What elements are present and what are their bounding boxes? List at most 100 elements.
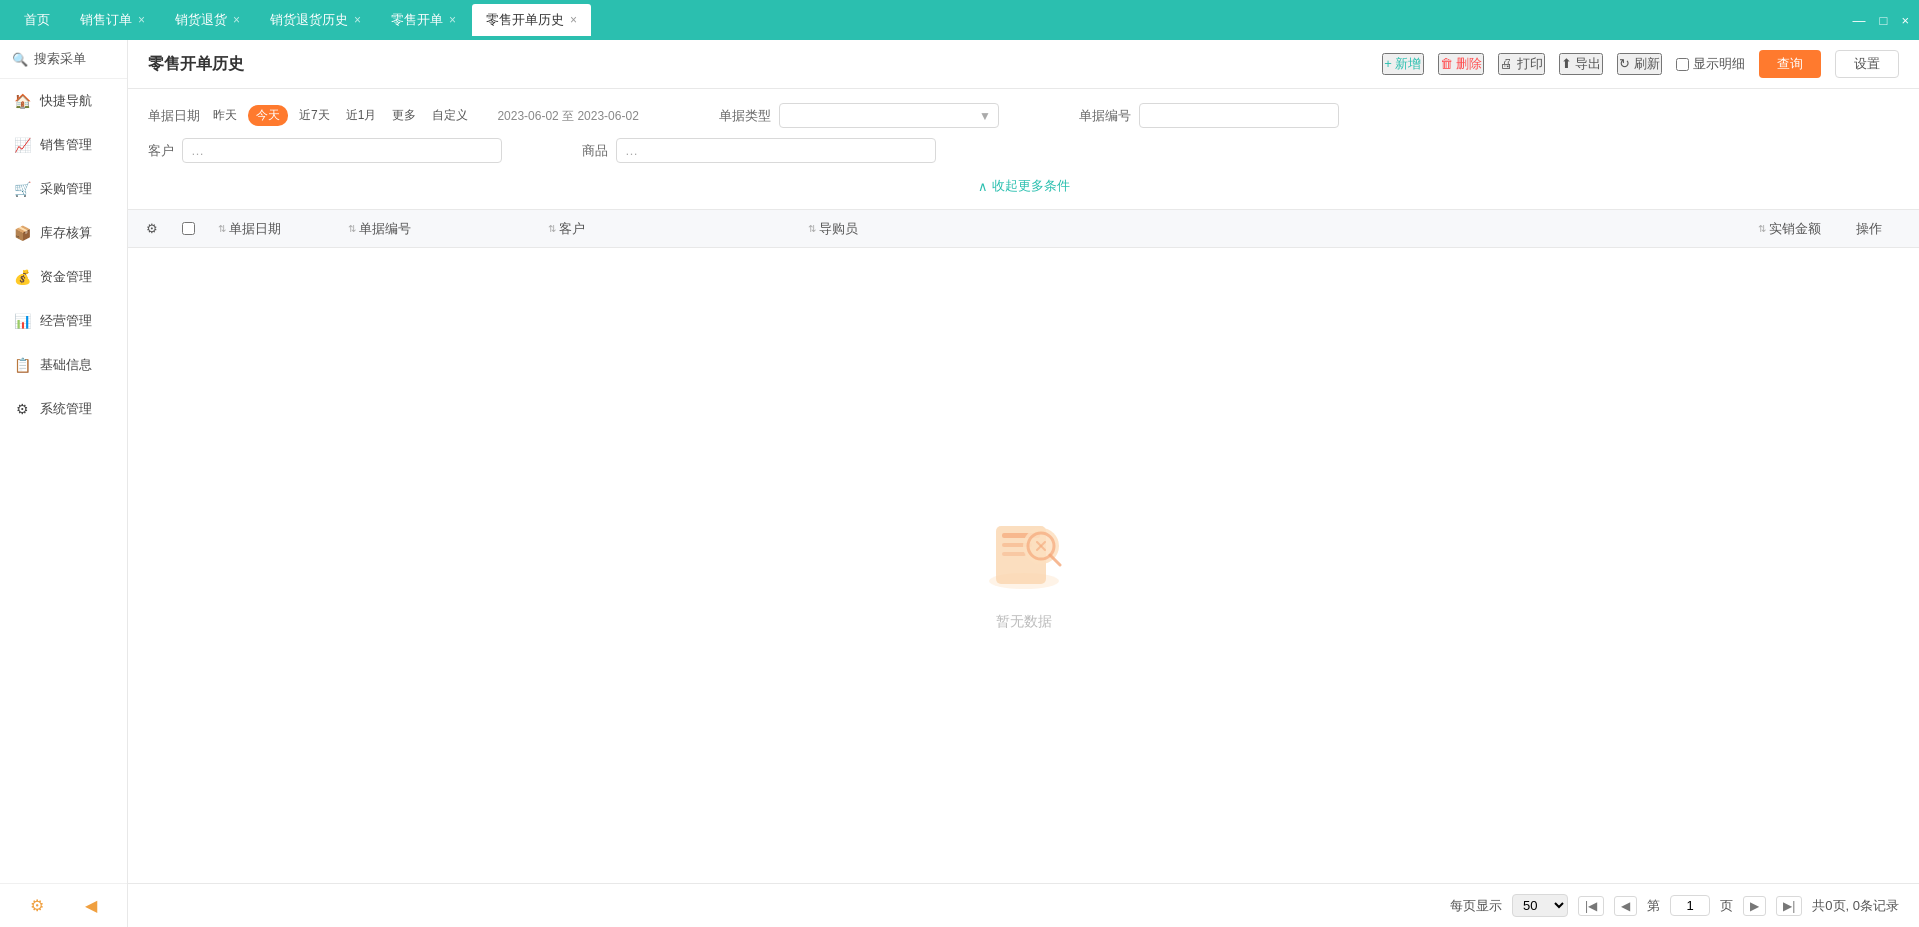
main-layout: 🔍 搜索采单 🏠 快捷导航 📈销售管理🛒采购管理📦库存核算 💰 资金管理 📊经营管理📋基础… — [0, 40, 1919, 927]
nav-tab-销售订单[interactable]: 销售订单× — [66, 4, 159, 36]
th-sort-amount-icon[interactable]: ⇅ — [1758, 223, 1766, 234]
more-btn[interactable]: 更多 — [387, 105, 421, 126]
sidebar-item-基础信息[interactable]: 📋基础信息 — [0, 343, 127, 387]
last-page-btn[interactable]: ▶| — [1776, 896, 1802, 916]
nav-tab-首页[interactable]: 首页 — [10, 4, 64, 36]
collapse-label: 收起更多条件 — [992, 177, 1070, 195]
prev-page-btn[interactable]: ◀ — [1614, 896, 1637, 916]
no-input[interactable] — [1139, 103, 1339, 128]
th-amount: ⇅ 实销金额 — [1689, 220, 1829, 238]
close-tab-icon[interactable]: × — [138, 13, 145, 27]
date-range-display: 2023-06-02 至 2023-06-02 — [497, 108, 638, 125]
page-number-input[interactable] — [1670, 895, 1710, 916]
select-all-checkbox[interactable] — [182, 222, 195, 235]
close-tab-icon[interactable]: × — [354, 13, 361, 27]
th-sort-client-icon[interactable]: ⇅ — [548, 223, 556, 234]
display-detail-label: 显示明细 — [1693, 55, 1745, 73]
sidebar-icon: ⚙ — [12, 399, 32, 419]
th-date: ⇅ 单据日期 — [210, 220, 340, 238]
empty-illustration — [974, 501, 1074, 601]
client-filter: 客户 … — [148, 138, 502, 163]
sidebar-item-销售管理[interactable]: 📈销售管理 — [0, 123, 127, 167]
th-client: ⇅ 客户 — [540, 220, 800, 238]
nav-tab-零售开单历史[interactable]: 零售开单历史× — [472, 4, 591, 36]
yesterday-btn[interactable]: 昨天 — [208, 105, 242, 126]
collapse-filters-btn[interactable]: ∧ 收起更多条件 — [148, 173, 1899, 201]
filter-row-2: 客户 … 商品 … — [148, 138, 1899, 163]
per-page-label: 每页显示 — [1450, 897, 1502, 915]
type-filter: 单据类型 ▼ — [719, 103, 999, 128]
display-detail-toggle[interactable]: 显示明细 — [1676, 55, 1745, 73]
sidebar-item-label: 快捷导航 — [40, 92, 92, 110]
nav-tab-零售开单[interactable]: 零售开单× — [377, 4, 470, 36]
client-input[interactable]: … — [182, 138, 502, 163]
th-guide: ⇅ 导购员 — [800, 220, 920, 238]
sidebar-item-label: 基础信息 — [40, 356, 92, 374]
sidebar-item-采购管理[interactable]: 🛒采购管理 — [0, 167, 127, 211]
sidebar-icon: 💰 — [12, 267, 32, 287]
sidebar-item-label: 系统管理 — [40, 400, 92, 418]
no-filter: 单据编号 — [1079, 103, 1339, 128]
toolbar-actions: + 新增 🗑 删除 🖨 打印 ⬆ 导出 ↻ 刷新 显示明细 查询 设置 — [1382, 50, 1899, 78]
th-checkbox[interactable] — [174, 222, 210, 235]
close-tab-icon[interactable]: × — [449, 13, 456, 27]
th-op: 操作 — [1829, 220, 1909, 238]
add-button[interactable]: + 新增 — [1382, 53, 1423, 75]
content-area: 零售开单历史 + 新增 🗑 删除 🖨 打印 ⬆ 导出 ↻ 刷新 显示明细 查询 … — [128, 40, 1919, 927]
close-tab-icon[interactable]: × — [233, 13, 240, 27]
delete-button[interactable]: 🗑 删除 — [1438, 53, 1485, 75]
query-button[interactable]: 查询 — [1759, 50, 1821, 78]
th-settings[interactable]: ⚙ — [138, 221, 174, 236]
page-prefix-label: 第 — [1647, 897, 1660, 915]
sidebar-item-label: 资金管理 — [40, 268, 92, 286]
sidebar-icon: 🏠 — [12, 91, 32, 111]
restore-btn[interactable]: □ — [1880, 13, 1888, 28]
no-label: 单据编号 — [1079, 107, 1131, 125]
th-sort-guide-icon[interactable]: ⇅ — [808, 223, 816, 234]
last-month-btn[interactable]: 近1月 — [341, 105, 382, 126]
sidebar-item-资金管理[interactable]: 💰 资金管理 — [0, 255, 127, 299]
page-title: 零售开单历史 — [148, 54, 244, 75]
nav-tabs: 首页销售订单×销货退货×销货退货历史×零售开单×零售开单历史× — [10, 4, 1853, 36]
minimize-btn[interactable]: — — [1853, 13, 1866, 28]
table-area: ⚙ ⇅ 单据日期 ⇅ 单据编号 ⇅ 客户 ⇅ 导购员 — [128, 210, 1919, 883]
print-button[interactable]: 🖨 打印 — [1498, 53, 1545, 75]
th-sort-date-icon[interactable]: ⇅ — [218, 223, 226, 234]
next-page-btn[interactable]: ▶ — [1743, 896, 1766, 916]
goods-filter: 商品 … — [582, 138, 936, 163]
search-bill-btn[interactable]: 🔍 搜索采单 — [0, 40, 127, 79]
th-sort-no-icon[interactable]: ⇅ — [348, 223, 356, 234]
custom-btn[interactable]: 自定义 — [427, 105, 473, 126]
first-page-btn[interactable]: |◀ — [1578, 896, 1604, 916]
close-btn[interactable]: × — [1901, 13, 1909, 28]
export-button[interactable]: ⬆ 导出 — [1559, 53, 1604, 75]
client-label: 客户 — [148, 142, 174, 160]
nav-tab-销货退货历史[interactable]: 销货退货历史× — [256, 4, 375, 36]
pagination-summary: 共0页, 0条记录 — [1812, 897, 1899, 915]
sidebar-bottom: ⚙ ◀ — [0, 883, 127, 927]
goods-input[interactable]: … — [616, 138, 936, 163]
sidebar-icon: 📊 — [12, 311, 32, 331]
type-label: 单据类型 — [719, 107, 771, 125]
close-tab-icon[interactable]: × — [570, 13, 577, 27]
sidebar-item-经营管理[interactable]: 📊经营管理 — [0, 299, 127, 343]
sidebar-item-库存核算[interactable]: 📦库存核算 — [0, 211, 127, 255]
sidebar-icon: 📈 — [12, 135, 32, 155]
nav-tab-销货退货[interactable]: 销货退货× — [161, 4, 254, 36]
today-btn[interactable]: 今天 — [248, 105, 288, 126]
sidebar-item-快捷导航[interactable]: 🏠 快捷导航 — [0, 79, 127, 123]
th-no-label: 单据编号 — [359, 220, 411, 238]
sidebar: 🔍 搜索采单 🏠 快捷导航 📈销售管理🛒采购管理📦库存核算 💰 资金管理 📊经营管理📋基础… — [0, 40, 128, 927]
page-header: 零售开单历史 + 新增 🗑 删除 🖨 打印 ⬆ 导出 ↻ 刷新 显示明细 查询 … — [128, 40, 1919, 89]
refresh-button[interactable]: ↻ 刷新 — [1617, 53, 1662, 75]
collapse-sidebar-icon[interactable]: ◀ — [85, 896, 97, 915]
settings-icon[interactable]: ⚙ — [30, 896, 44, 915]
setting-button[interactable]: 设置 — [1835, 50, 1899, 78]
sidebar-item-系统管理[interactable]: ⚙ 系统管理 — [0, 387, 127, 431]
per-page-select[interactable]: 50 100 200 — [1512, 894, 1568, 917]
goods-dots: … — [625, 143, 638, 158]
last7-btn[interactable]: 近7天 — [294, 105, 335, 126]
top-nav-bar: 首页销售订单×销货退货×销货退货历史×零售开单×零售开单历史× — □ × — [0, 0, 1919, 40]
type-select[interactable] — [779, 103, 999, 128]
display-detail-checkbox[interactable] — [1676, 58, 1689, 71]
